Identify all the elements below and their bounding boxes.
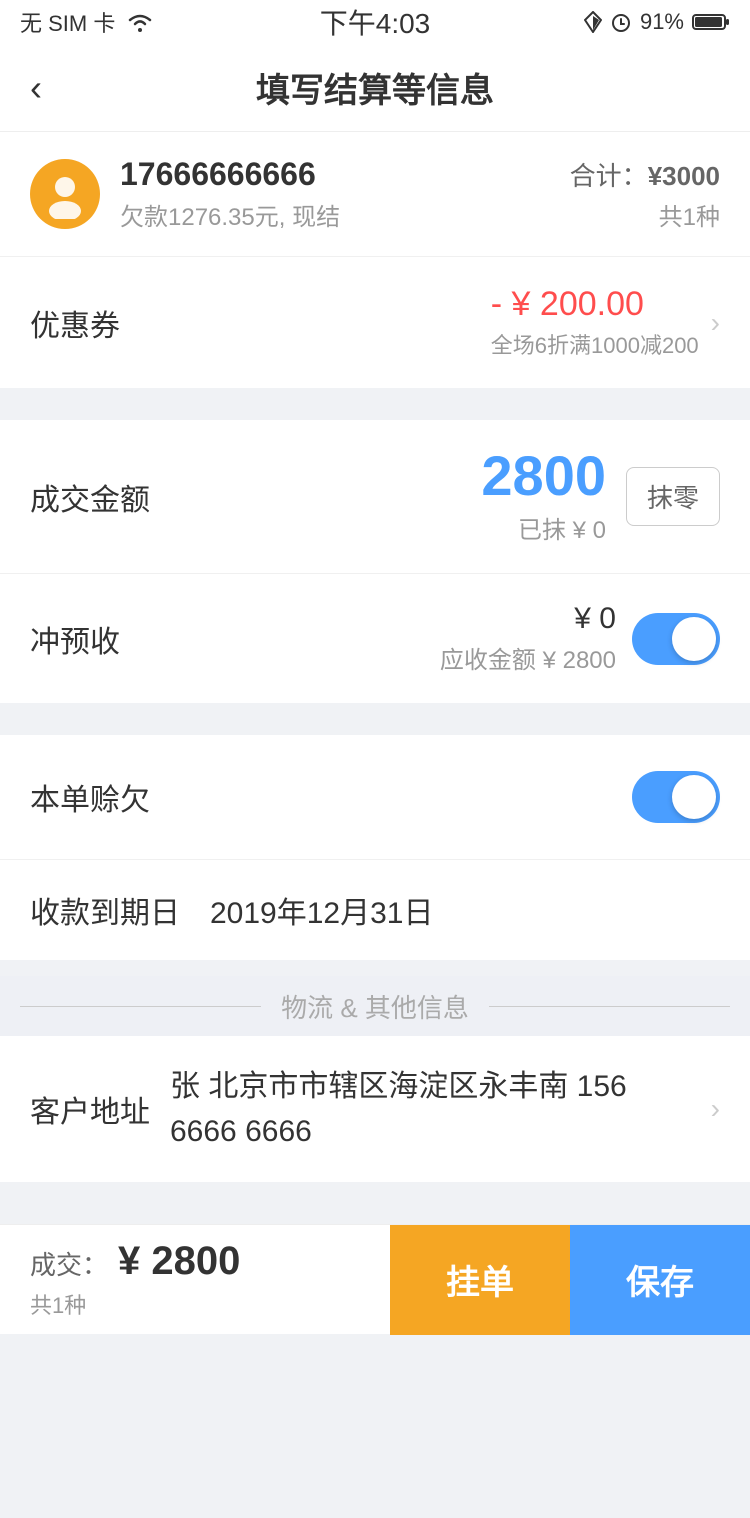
address-label: 客户地址: [30, 1087, 150, 1131]
address-chevron-icon: ›: [711, 1093, 720, 1125]
amount-card: 成交金额 2800 已抹 ¥ 0 抹零 冲预收 ¥ 0 应收金额 ¥ 2800: [0, 420, 750, 703]
coupon-desc: 全场6折满1000减200: [491, 328, 699, 360]
divider-1: [0, 404, 750, 420]
customer-row: 17666666666 欠款1276.35元, 现结 合计：¥3000 共1种: [0, 132, 750, 256]
debt-toggle-knob: [672, 775, 716, 819]
customer-phone: 17666666666: [120, 156, 340, 193]
debt-toggle[interactable]: [632, 771, 720, 823]
nav-bar: ‹ 填写结算等信息: [0, 44, 750, 132]
bottom-summary-top: 成交： ¥ 2800: [30, 1239, 360, 1284]
debt-label: 本单赊欠: [30, 775, 150, 819]
save-button[interactable]: 保存: [570, 1225, 750, 1335]
prepay-toggle[interactable]: [632, 613, 720, 665]
amount-row: 成交金额 2800 已抹 ¥ 0 抹零: [0, 420, 750, 573]
prepay-amount: ¥ 0: [440, 602, 616, 636]
date-label: 收款到期日: [30, 888, 180, 932]
customer-info: 17666666666 欠款1276.35元, 现结: [120, 156, 340, 232]
customer-card: 17666666666 欠款1276.35元, 现结 合计：¥3000 共1种 …: [0, 132, 750, 388]
debt-row: 本单赊欠: [0, 735, 750, 859]
bottom-summary-value: ¥ 2800: [118, 1239, 240, 1284]
date-row: 收款到期日 2019年12月31日: [0, 859, 750, 960]
total-label: 合计：¥3000: [570, 156, 720, 193]
page-title: 填写结算等信息: [256, 63, 494, 112]
prepay-value-block: ¥ 0 应收金额 ¥ 2800: [440, 602, 616, 675]
avatar: [30, 159, 100, 229]
logistics-divider: 物流 & 其他信息: [0, 976, 750, 1036]
coupon-right: - ¥ 200.00 全场6折满1000减200 ›: [491, 285, 720, 360]
status-time: 下午4:03: [320, 2, 431, 42]
divider-line-right: [489, 1006, 730, 1007]
battery-text: 91%: [640, 9, 684, 35]
status-right: 91%: [584, 9, 730, 35]
sim-text: 无 SIM 卡: [20, 6, 115, 38]
amount-label: 成交金额: [30, 475, 150, 519]
back-button[interactable]: ‹: [30, 67, 42, 109]
coupon-discount: - ¥ 200.00: [491, 285, 699, 324]
status-left: 无 SIM 卡: [20, 6, 155, 38]
customer-sub: 欠款1276.35元, 现结: [120, 197, 340, 232]
wifi-icon: [125, 11, 155, 33]
prepay-right: ¥ 0 应收金额 ¥ 2800: [440, 602, 720, 675]
address-row[interactable]: 客户地址 张 北京市市辖区海淀区永丰南 156 6666 6666 ›: [0, 1036, 750, 1182]
toggle-knob: [672, 617, 716, 661]
status-bar: 无 SIM 卡 下午4:03 91%: [0, 0, 750, 44]
debt-card: 本单赊欠 收款到期日 2019年12月31日: [0, 735, 750, 960]
prepay-sub: 应收金额 ¥ 2800: [440, 640, 616, 675]
coupon-label: 优惠券: [30, 301, 120, 345]
customer-left: 17666666666 欠款1276.35元, 现结: [30, 156, 340, 232]
amount-value: 2800: [481, 448, 606, 504]
section-divider-text: 物流 & 其他信息: [281, 988, 469, 1025]
amount-sub: 已抹 ¥ 0: [481, 510, 606, 545]
pending-button[interactable]: 挂单: [390, 1225, 570, 1335]
total-count: 共1种: [570, 197, 720, 232]
avatar-icon: [40, 169, 90, 219]
round-button[interactable]: 抹零: [626, 467, 720, 526]
coupon-row[interactable]: 优惠券 - ¥ 200.00 全场6折满1000减200 ›: [0, 256, 750, 388]
date-value: 2019年12月31日: [210, 888, 433, 932]
bottom-summary-label: 成交：: [30, 1245, 108, 1282]
total-value: ¥3000: [648, 161, 720, 191]
divider-2: [0, 719, 750, 735]
bottom-summary: 成交： ¥ 2800 共1种: [0, 1239, 390, 1320]
coupon-chevron-icon: ›: [711, 307, 720, 339]
battery-icon: [692, 12, 730, 32]
bottom-summary-count: 共1种: [30, 1288, 360, 1320]
prepay-label: 冲预收: [30, 617, 120, 661]
amount-right: 2800 已抹 ¥ 0 抹零: [481, 448, 720, 545]
alarm-icon: [610, 11, 632, 33]
address-value: 张 北京市市辖区海淀区永丰南 156 6666 6666: [170, 1064, 701, 1154]
location-icon: [584, 11, 602, 33]
bottom-bar: 成交： ¥ 2800 共1种 挂单 保存: [0, 1224, 750, 1334]
divider-line-left: [20, 1006, 261, 1007]
prepay-row: 冲预收 ¥ 0 应收金额 ¥ 2800: [0, 573, 750, 703]
customer-right: 合计：¥3000 共1种: [570, 156, 720, 232]
